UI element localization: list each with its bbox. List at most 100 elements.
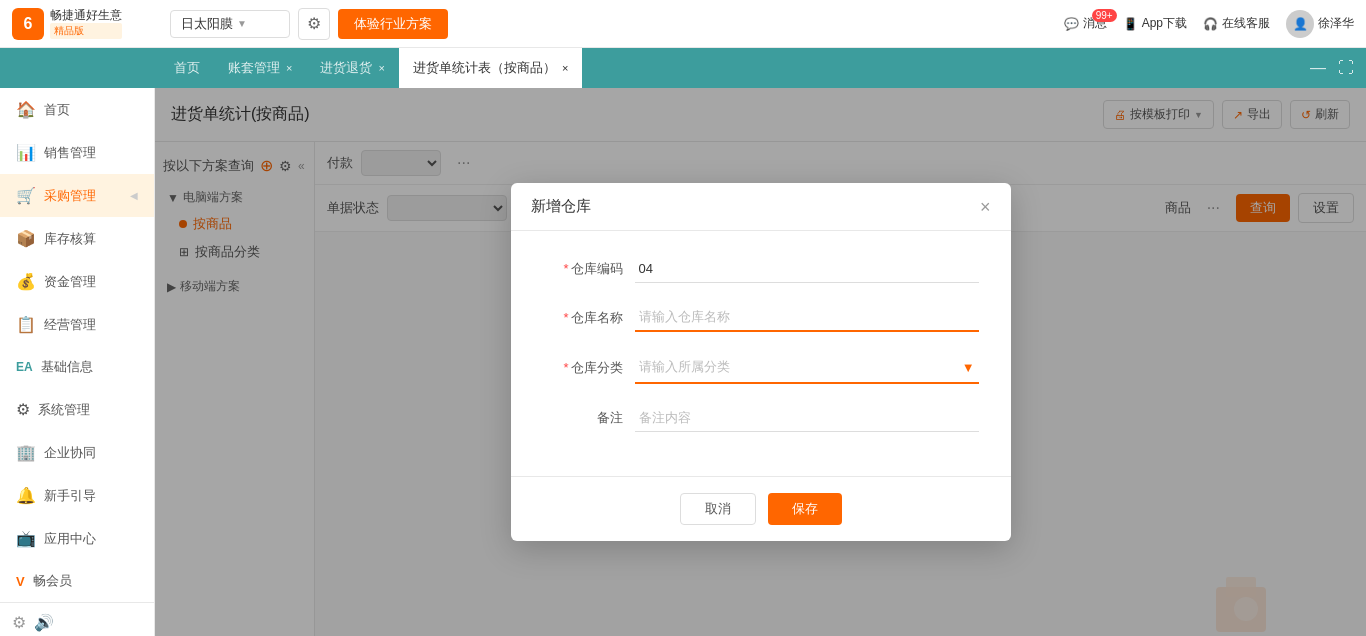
modal-overlay[interactable]: 新增仓库 × 仓库编码 仓库名称 仓库分类 [155,88,1366,636]
category-select[interactable]: 请输入所属分类 ▼ [635,352,979,384]
main-layout: 🏠 首页 📊 销售管理 🛒 采购管理 ◀ 📦 库存核算 💰 资金管理 📋 经营管… [0,88,1366,636]
remark-input[interactable] [635,404,979,432]
speaker-icon[interactable]: 🔊 [34,613,54,632]
avatar: 👤 [1286,10,1314,38]
app-download-label: App下载 [1142,15,1187,32]
sidebar-apps-label: 应用中心 [44,530,96,548]
modal-close-button[interactable]: × [980,198,991,216]
tab-home[interactable]: 首页 [160,48,214,88]
tab-accounts-label: 账套管理 [228,59,280,77]
sidebar-inventory-label: 库存核算 [44,230,96,248]
sidebar-item-guide[interactable]: 🔔 新手引导 [0,474,154,517]
sales-icon: 📊 [16,143,36,162]
system-icon: ⚙ [16,400,30,419]
modal-body: 仓库编码 仓库名称 仓库分类 请输入所属分类 ▼ [511,231,1011,476]
message-badge: 99+ [1092,9,1117,22]
category-placeholder: 请输入所属分类 [639,358,730,376]
sidebar-member-label: 畅会员 [33,572,72,590]
app-logo: 6 [12,8,44,40]
sidebar-sales-label: 销售管理 [44,144,96,162]
top-header: 6 畅捷通好生意 精品版 日太阳膜 ▼ ⚙ 体验行业方案 💬 消息 99+ 📱 … [0,0,1366,48]
tab-controls: — ⛶ [1306,55,1366,81]
code-label: 仓库编码 [543,260,623,278]
username-label: 徐泽华 [1318,15,1354,32]
sidebar-operation-label: 经营管理 [44,316,96,334]
sidebar-item-purchase[interactable]: 🛒 采购管理 ◀ [0,174,154,217]
tab-stats-label: 进货单统计表（按商品） [413,59,556,77]
sidebar-purchase-label: 采购管理 [44,187,96,205]
app-name: 畅捷通好生意 [50,8,122,24]
online-service-label: 在线客服 [1222,15,1270,32]
tab-maximize-button[interactable]: ⛶ [1334,55,1358,81]
sidebar-basic-label: 基础信息 [41,358,93,376]
tab-stats[interactable]: 进货单统计表（按商品） × [399,48,582,88]
tab-accounts-close[interactable]: × [286,62,292,74]
save-button[interactable]: 保存 [768,493,842,525]
settings-button[interactable]: ⚙ [298,8,330,40]
sidebar-guide-label: 新手引导 [44,487,96,505]
category-chevron-icon: ▼ [962,360,975,375]
category-label: 仓库分类 [543,359,623,377]
sidebar-item-system[interactable]: ⚙ 系统管理 [0,388,154,431]
sidebar-finance-label: 资金管理 [44,273,96,291]
sidebar-item-sales[interactable]: 📊 销售管理 [0,131,154,174]
tab-accounts[interactable]: 账套管理 × [214,48,306,88]
apps-icon: 📺 [16,529,36,548]
trial-button[interactable]: 体验行业方案 [338,9,448,39]
sidebar-item-home[interactable]: 🏠 首页 [0,88,154,131]
message-icon: 💬 [1064,17,1079,31]
purchase-icon: 🛒 [16,186,36,205]
app-version: 精品版 [50,23,122,39]
content-area: 进货单统计(按商品) 🖨 按模板打印 ▼ ↗ 导出 ↺ 刷新 [155,88,1366,636]
message-button[interactable]: 💬 消息 99+ [1064,15,1107,32]
inventory-icon: 📦 [16,229,36,248]
tab-bar: 首页 账套管理 × 进货退货 × 进货单统计表（按商品） × — ⛶ [0,48,1366,88]
member-icon: V [16,574,25,589]
code-input[interactable] [635,255,979,283]
modal-new-warehouse: 新增仓库 × 仓库编码 仓库名称 仓库分类 [511,183,1011,541]
name-label: 仓库名称 [543,309,623,327]
sidebar-item-enterprise[interactable]: 🏢 企业协同 [0,431,154,474]
user-profile-button[interactable]: 👤 徐泽华 [1286,10,1354,38]
tab-purchase-return-close[interactable]: × [378,62,384,74]
form-row-name: 仓库名称 [543,303,979,332]
online-service-button[interactable]: 🎧 在线客服 [1203,15,1270,32]
guide-icon: 🔔 [16,486,36,505]
form-row-category: 仓库分类 请输入所属分类 ▼ [543,352,979,384]
mobile-icon: 📱 [1123,17,1138,31]
form-row-remark: 备注 [543,404,979,432]
sidebar-item-inventory[interactable]: 📦 库存核算 [0,217,154,260]
chevron-down-icon: ▼ [237,18,247,29]
enterprise-icon: 🏢 [16,443,36,462]
sidebar: 🏠 首页 📊 销售管理 🛒 采购管理 ◀ 📦 库存核算 💰 资金管理 📋 经营管… [0,88,155,636]
sidebar-system-label: 系统管理 [38,401,90,419]
name-input[interactable] [635,303,979,332]
sidebar-item-member[interactable]: V 畅会员 [0,560,154,602]
tab-purchase-return[interactable]: 进货退货 × [306,48,398,88]
form-row-code: 仓库编码 [543,255,979,283]
home-icon: 🏠 [16,100,36,119]
modal-footer: 取消 保存 [511,476,1011,541]
tab-minimize-button[interactable]: — [1306,55,1330,81]
sidebar-item-basic[interactable]: EA 基础信息 [0,346,154,388]
cancel-button[interactable]: 取消 [680,493,756,525]
sidebar-arrow-icon: ◀ [130,190,138,201]
tab-home-label: 首页 [174,59,200,77]
tab-purchase-return-label: 进货退货 [320,59,372,77]
modal-title: 新增仓库 [531,197,591,216]
sidebar-item-operation[interactable]: 📋 经营管理 [0,303,154,346]
sidebar-item-finance[interactable]: 💰 资金管理 [0,260,154,303]
gear-icon: ⚙ [307,14,321,33]
sidebar-item-apps[interactable]: 📺 应用中心 [0,517,154,560]
settings-bottom-icon[interactable]: ⚙ [12,613,26,632]
finance-icon: 💰 [16,272,36,291]
sidebar-enterprise-label: 企业协同 [44,444,96,462]
header-right: 💬 消息 99+ 📱 App下载 🎧 在线客服 👤 徐泽华 [1064,10,1354,38]
store-selector[interactable]: 日太阳膜 ▼ [170,10,290,38]
tab-stats-close[interactable]: × [562,62,568,74]
modal-header: 新增仓库 × [511,183,1011,231]
headset-icon: 🎧 [1203,17,1218,31]
remark-label: 备注 [543,409,623,427]
operation-icon: 📋 [16,315,36,334]
app-download-button[interactable]: 📱 App下载 [1123,15,1187,32]
